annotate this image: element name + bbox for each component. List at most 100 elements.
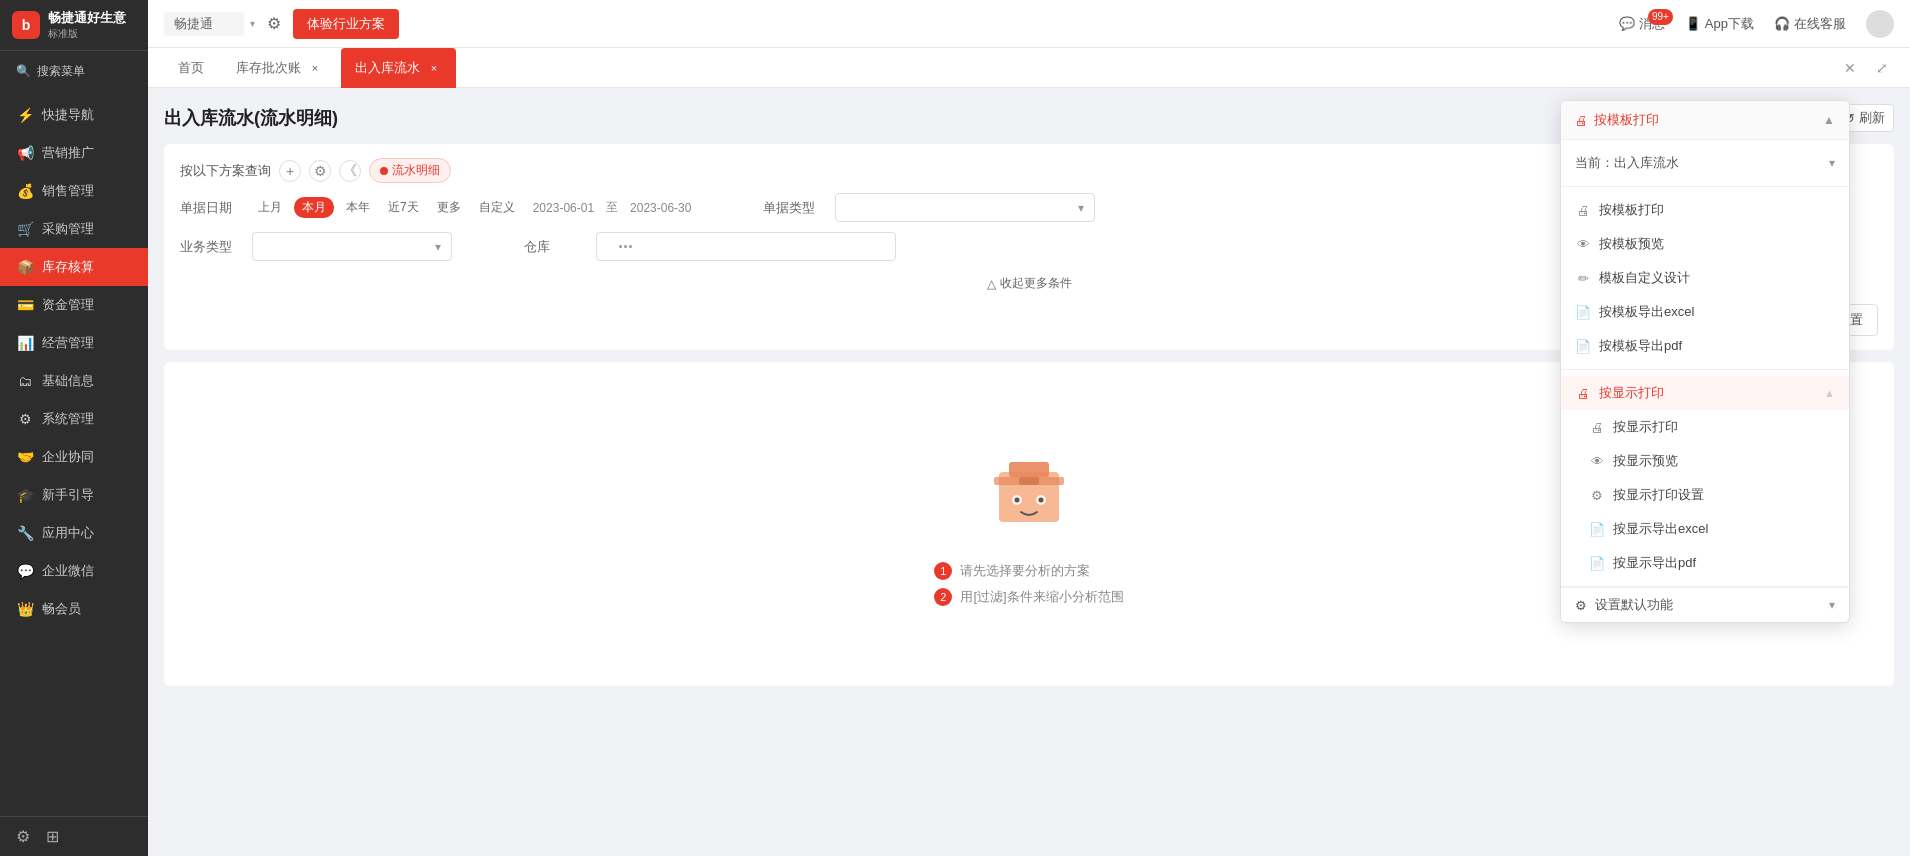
close-inventory-batch-tab[interactable]: × — [307, 60, 323, 76]
tab-home[interactable]: 首页 — [164, 48, 218, 88]
message-icon: 💬 — [1619, 16, 1635, 31]
warehouse-dropdown[interactable] — [596, 232, 896, 261]
dropdown-display-pdf[interactable]: 📄 按显示导出pdf — [1561, 546, 1849, 580]
tab-stock-flow[interactable]: 出入库流水 × — [341, 48, 456, 88]
shortcut-7-days[interactable]: 近7天 — [382, 197, 425, 218]
dropdown-display-excel[interactable]: 📄 按显示导出excel — [1561, 512, 1849, 546]
dropdown-display-print[interactable]: 🖨 按显示打印 — [1561, 410, 1849, 444]
dropdown-template-excel[interactable]: 📄 按模板导出excel — [1561, 295, 1849, 329]
shortcut-this-month[interactable]: 本月 — [294, 197, 334, 218]
sidebar-item-wechat[interactable]: 💬 企业微信 — [0, 552, 148, 590]
doc-type-dropdown[interactable]: ▾ — [835, 193, 1095, 222]
message-badge: 99+ — [1648, 9, 1673, 25]
sidebar-item-marketing[interactable]: 📢 营销推广 — [0, 134, 148, 172]
date-from: 2023-06-01 — [533, 201, 594, 215]
brand-dropdown-icon[interactable]: ▾ — [250, 18, 255, 29]
expand-window-btn[interactable]: ⤢ — [1870, 56, 1894, 80]
sidebar-item-enterprise[interactable]: 🤝 企业协同 — [0, 438, 148, 476]
collapse-sidebar-icon[interactable]: ⊞ — [46, 827, 59, 846]
topbar-gear-icon[interactable]: ⚙ — [267, 14, 281, 33]
dropdown-template-pdf[interactable]: 📄 按模板导出pdf — [1561, 329, 1849, 363]
template-excel-icon: 📄 — [1575, 304, 1591, 320]
template-custom-icon: ✏ — [1575, 270, 1591, 286]
set-default-icon: ⚙ — [1575, 598, 1587, 613]
svg-rect-3 — [1019, 477, 1039, 485]
dropdown-template-print[interactable]: 🖨 按模板打印 — [1561, 193, 1849, 227]
app-download-btn[interactable]: 📱 App下载 — [1685, 15, 1754, 33]
display-section-chevron-icon: ▲ — [1824, 387, 1835, 399]
dropdown-template-custom[interactable]: ✏ 模板自定义设计 — [1561, 261, 1849, 295]
dropdown-display-section: 🖨 按显示打印 ▲ 🖨 按显示打印 👁 按显示预览 ⚙ 按显示打印设置 📄 按显… — [1561, 370, 1849, 587]
current-chevron-icon: ▾ — [1829, 156, 1835, 170]
dropdown-current-item[interactable]: 当前：出入库流水 ▾ — [1561, 146, 1849, 180]
online-service-btn[interactable]: 🎧 在线客服 — [1774, 15, 1846, 33]
settings-icon[interactable]: ⚙ — [16, 827, 30, 846]
sidebar-item-finance[interactable]: 💳 资金管理 — [0, 286, 148, 324]
date-separator: 至 — [606, 199, 618, 216]
sidebar-item-inventory[interactable]: 📦 库存核算 — [0, 248, 148, 286]
collapse-filter-btn[interactable]: △ 收起更多条件 — [975, 271, 1084, 296]
filter-collapse-btn[interactable]: 《 — [339, 160, 361, 182]
empty-tips: 1 请先选择要分析的方案 2 用[过滤]条件来缩小分析范围 — [934, 562, 1123, 606]
sidebar-item-purchase[interactable]: 🛒 采购管理 — [0, 210, 148, 248]
biz-type-dropdown[interactable]: ▾ — [252, 232, 452, 261]
home-tab-label: 首页 — [178, 59, 204, 77]
close-stock-flow-tab[interactable]: × — [426, 60, 442, 76]
dropdown-display-settings[interactable]: ⚙ 按显示打印设置 — [1561, 478, 1849, 512]
topbar-right: 💬 消息 99+ 📱 App下载 🎧 在线客服 — [1619, 10, 1894, 38]
sidebar-item-member[interactable]: 👑 畅会员 — [0, 590, 148, 628]
close-window-btn[interactable]: ✕ — [1838, 56, 1862, 80]
display-pdf-icon: 📄 — [1589, 555, 1605, 571]
dropdown-header-chevron[interactable]: ▲ — [1823, 113, 1835, 127]
avatar[interactable] — [1866, 10, 1894, 38]
sidebar-item-operations[interactable]: 📊 经营管理 — [0, 324, 148, 362]
search-menu-button[interactable]: 🔍 搜索菜单 — [10, 59, 138, 84]
app-download-icon: 📱 — [1685, 16, 1701, 31]
sidebar-item-basic-info[interactable]: 🗂 基础信息 — [0, 362, 148, 400]
logo-icon: b — [12, 11, 40, 39]
dropdown-display-section-header[interactable]: 🖨 按显示打印 ▲ — [1561, 376, 1849, 410]
warehouse-label: 仓库 — [524, 238, 584, 256]
svg-point-6 — [1015, 498, 1020, 503]
dropdown-template-preview[interactable]: 👁 按模板预览 — [1561, 227, 1849, 261]
add-icon: + — [286, 163, 294, 179]
tip-num-1: 1 — [934, 562, 952, 580]
date-to: 2023-06-30 — [630, 201, 691, 215]
template-print-icon: 🖨 — [1575, 202, 1591, 218]
dropdown-panel: 🖨 按模板打印 ▲ 当前：出入库流水 ▾ 🖨 按模板打印 👁 按模板预览 ✏ 模… — [1560, 100, 1850, 623]
inventory-batch-tab-label: 库存批次账 — [236, 59, 301, 77]
dropdown-panel-header: 🖨 按模板打印 ▲ — [1561, 101, 1849, 140]
inventory-icon: 📦 — [16, 258, 34, 276]
topbar-brand: 畅捷通 ▾ — [164, 12, 255, 36]
dropdown-footer[interactable]: ⚙ 设置默认功能 ▾ — [1561, 587, 1849, 622]
svg-rect-1 — [1009, 462, 1049, 477]
dropdown-display-preview[interactable]: 👁 按显示预览 — [1561, 444, 1849, 478]
shortcut-this-year[interactable]: 本年 — [340, 197, 376, 218]
chevron-up-icon: △ — [987, 277, 996, 291]
shortcut-more[interactable]: 更多 — [431, 197, 467, 218]
display-print-icon: 🖨 — [1589, 419, 1605, 435]
tab-inventory-batch[interactable]: 库存批次账 × — [222, 48, 337, 88]
sidebar-search[interactable]: 🔍 搜索菜单 — [0, 51, 148, 92]
enterprise-icon: 🤝 — [16, 448, 34, 466]
headset-icon: 🎧 — [1774, 16, 1790, 31]
trial-btn[interactable]: 体验行业方案 — [293, 9, 399, 39]
filter-set-btn[interactable]: ⚙ — [309, 160, 331, 182]
operations-icon: 📊 — [16, 334, 34, 352]
sidebar-item-app-center[interactable]: 🔧 应用中心 — [0, 514, 148, 552]
empty-tip-1: 1 请先选择要分析的方案 — [934, 562, 1123, 580]
shortcut-last-month[interactable]: 上月 — [252, 197, 288, 218]
empty-state-illustration — [979, 442, 1079, 542]
filter-add-btn[interactable]: + — [279, 160, 301, 182]
shortcut-custom[interactable]: 自定义 — [473, 197, 521, 218]
sidebar-item-system[interactable]: ⚙ 系统管理 — [0, 400, 148, 438]
display-section-icon: 🖨 — [1575, 385, 1591, 401]
sidebar-item-quick-nav[interactable]: ⚡ 快捷导航 — [0, 96, 148, 134]
sidebar-item-sales[interactable]: 💰 销售管理 — [0, 172, 148, 210]
display-excel-icon: 📄 — [1589, 521, 1605, 537]
message-btn[interactable]: 💬 消息 99+ — [1619, 15, 1665, 33]
warehouse-more-icon[interactable] — [619, 245, 632, 248]
display-settings-icon: ⚙ — [1589, 487, 1605, 503]
finance-icon: 💳 — [16, 296, 34, 314]
sidebar-item-guide[interactable]: 🎓 新手引导 — [0, 476, 148, 514]
